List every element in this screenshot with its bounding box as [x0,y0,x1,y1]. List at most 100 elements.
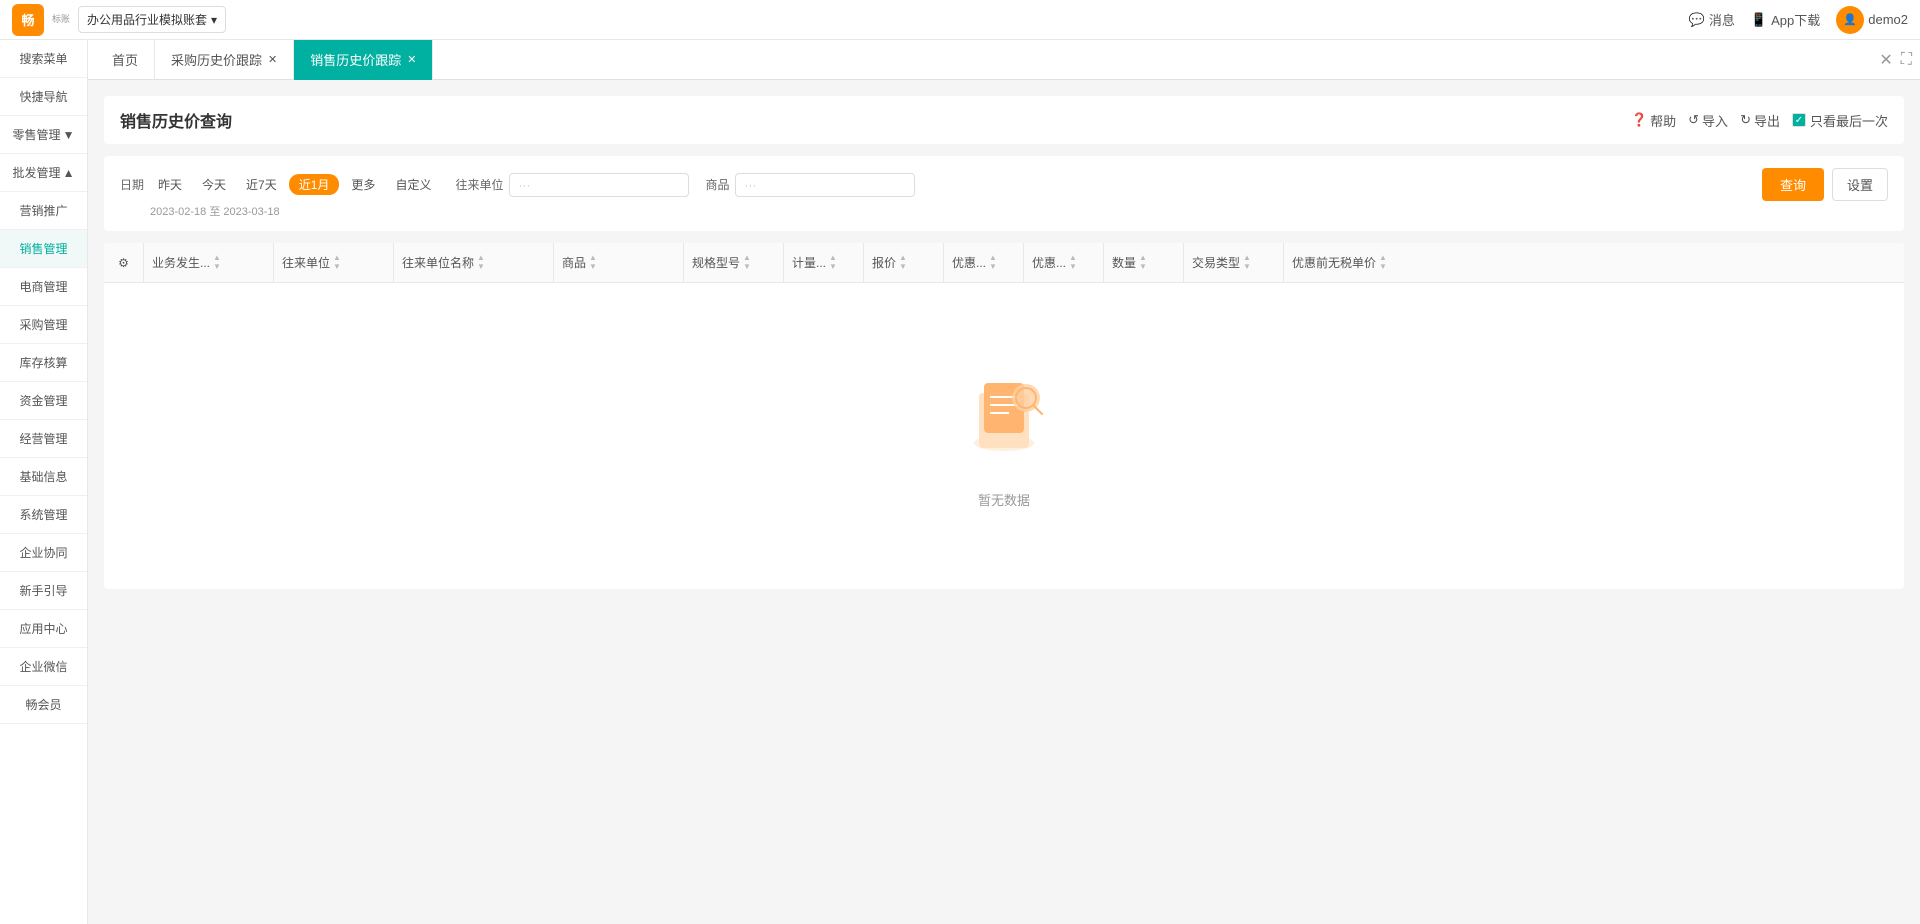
sidebar-item-wholesale[interactable]: 批发管理 ▲ [0,154,87,192]
date-more-btn[interactable]: 更多 [343,174,383,195]
sidebar-item-ecommerce[interactable]: 电商管理 [0,268,87,306]
tab-sales-history[interactable]: 销售历史价跟踪 ✕ [294,40,433,80]
sidebar-item-system[interactable]: 系统管理 [0,496,87,534]
th-discount1-label: 优惠... [952,254,986,271]
th-price[interactable]: 报价 ▲ ▼ [864,243,944,282]
goods-input[interactable]: ··· [735,173,915,197]
purchase-label: 采购管理 [19,318,67,332]
page-header-actions: ❓ 帮助 ↺ 导入 ↻ 导出 ✓ 只看最后一次 [1631,111,1888,130]
wholesale-arrow-icon: ▲ [63,166,75,180]
import-label: 导入 [1702,111,1728,130]
th-discount2-label: 优惠... [1032,254,1066,271]
th-notax-label: 优惠前无税单价 [1292,254,1376,271]
sort-spec-icon: ▲ ▼ [743,254,751,271]
last-only-label: 只看最后一次 [1810,111,1888,130]
close-window-btn[interactable]: ✕ [1879,50,1892,70]
th-unit-label: 计量... [792,254,826,271]
settings-btn[interactable]: 设置 [1832,168,1888,201]
th-date[interactable]: 业务发生... ▲ ▼ [144,243,274,282]
basic-label: 基础信息 [19,470,67,484]
sort-discount1-icon: ▲ ▼ [989,254,997,271]
date-yesterday-btn[interactable]: 昨天 [150,174,190,195]
app-selector-label: 办公用品行业模拟账套 [87,11,207,28]
wechat-label: 企业微信 [19,660,67,674]
th-price-label: 报价 [872,254,896,271]
sidebar-item-apps[interactable]: 应用中心 [0,610,87,648]
th-qty[interactable]: 数量 ▲ ▼ [1104,243,1184,282]
th-trade-type[interactable]: 交易类型 ▲ ▼ [1184,243,1284,282]
date-label: 日期 [120,176,144,193]
partner-input[interactable]: ··· [509,173,689,197]
th-spec[interactable]: 规格型号 ▲ ▼ [684,243,784,282]
tab-bar: 首页 采购历史价跟踪 ✕ 销售历史价跟踪 ✕ ✕ ⛶ [88,40,1920,80]
sidebar-item-shortcut[interactable]: 快捷导航 [0,78,87,116]
last-only-checkbox[interactable]: ✓ 只看最后一次 [1792,111,1888,130]
sidebar-item-member[interactable]: 畅会员 [0,686,87,724]
retail-label: 零售管理 [13,126,61,143]
th-goods[interactable]: 商品 ▲ ▼ [554,243,684,282]
sidebar-item-marketing[interactable]: 营销推广 [0,192,87,230]
data-table: ⚙ 业务发生... ▲ ▼ 往来单位 ▲ ▼ [104,243,1904,589]
logo-char: 畅 [21,10,34,29]
message-label: 消息 [1709,10,1735,29]
app-download-btn[interactable]: 📱 App下载 [1751,10,1820,29]
apps-label: 应用中心 [19,622,67,636]
sidebar-item-retail[interactable]: 零售管理 ▼ [0,116,87,154]
top-bar-left: 畅 标账 办公用品行业模拟账套 ▾ [12,4,226,36]
th-notax-price[interactable]: 优惠前无税单价 ▲ ▼ [1284,243,1904,282]
help-btn[interactable]: ❓ 帮助 [1631,111,1676,130]
empty-svg [954,363,1054,463]
empty-state: 暂无数据 [104,283,1904,589]
tab-sales-close-icon[interactable]: ✕ [407,53,416,66]
th-qty-label: 数量 [1112,254,1136,271]
th-unit[interactable]: 计量... ▲ ▼ [784,243,864,282]
tab-purchase-close-icon[interactable]: ✕ [268,53,277,66]
sidebar-item-wechat[interactable]: 企业微信 [0,648,87,686]
tab-purchase-label: 采购历史价跟踪 [171,50,262,69]
query-btn[interactable]: 查询 [1762,168,1824,201]
inventory-label: 库存核算 [19,356,67,370]
avatar-icon: 👤 [1843,13,1857,26]
app-selector[interactable]: 办公用品行业模拟账套 ▾ [78,6,226,33]
tab-home[interactable]: 首页 [96,40,155,80]
date-7days-btn[interactable]: 近7天 [238,174,285,195]
sidebar-item-guide[interactable]: 新手引导 [0,572,87,610]
tab-purchase-history[interactable]: 采购历史价跟踪 ✕ [155,40,294,80]
sidebar-item-sales[interactable]: 销售管理 [0,230,87,268]
date-filter-field: 日期 昨天 今天 近7天 近1月 更多 自定义 [120,174,439,195]
date-today-btn[interactable]: 今天 [194,174,234,195]
th-settings[interactable]: ⚙ [104,243,144,282]
export-label: 导出 [1754,111,1780,130]
sidebar-item-inventory[interactable]: 库存核算 [0,344,87,382]
date-range-display: 2023-02-18 至 2023-03-18 [150,203,1888,219]
th-discount1[interactable]: 优惠... ▲ ▼ [944,243,1024,282]
guide-label: 新手引导 [19,584,67,598]
sidebar-item-operation[interactable]: 经营管理 [0,420,87,458]
sidebar-item-purchase[interactable]: 采购管理 [0,306,87,344]
date-1month-btn[interactable]: 近1月 [289,174,340,195]
import-btn[interactable]: ↺ 导入 [1688,111,1728,130]
th-unit-code[interactable]: 往来单位 ▲ ▼ [274,243,394,282]
tab-bar-actions: ✕ ⛶ [1879,50,1912,70]
download-icon: 📱 [1751,12,1767,28]
message-btn[interactable]: 💬 消息 [1689,10,1735,29]
th-discount2[interactable]: 优惠... ▲ ▼ [1024,243,1104,282]
date-custom-btn[interactable]: 自定义 [387,174,439,195]
sidebar-item-search-menu[interactable]: 搜索菜单 [0,40,87,78]
export-btn[interactable]: ↻ 导出 [1740,111,1780,130]
chevron-down-icon: ▾ [211,13,217,27]
finance-label: 资金管理 [19,394,67,408]
sidebar-item-cooperation[interactable]: 企业协同 [0,534,87,572]
sidebar-item-basic[interactable]: 基础信息 [0,458,87,496]
sidebar-item-finance[interactable]: 资金管理 [0,382,87,420]
th-unit-name[interactable]: 往来单位名称 ▲ ▼ [394,243,554,282]
page-header: 销售历史价查询 ❓ 帮助 ↺ 导入 ↻ 导出 ✓ [104,96,1904,144]
empty-text: 暂无数据 [978,490,1030,509]
th-goods-label: 商品 [562,254,586,271]
table-header: ⚙ 业务发生... ▲ ▼ 往来单位 ▲ ▼ [104,243,1904,283]
user-avatar-btn[interactable]: 👤 demo2 [1836,6,1908,34]
search-row-1: 日期 昨天 今天 近7天 近1月 更多 自定义 往来单位 [120,168,1888,201]
checkbox-checked-icon: ✓ [1792,113,1806,127]
maximize-btn[interactable]: ⛶ [1901,50,1912,70]
app-logo: 畅 [12,4,44,36]
